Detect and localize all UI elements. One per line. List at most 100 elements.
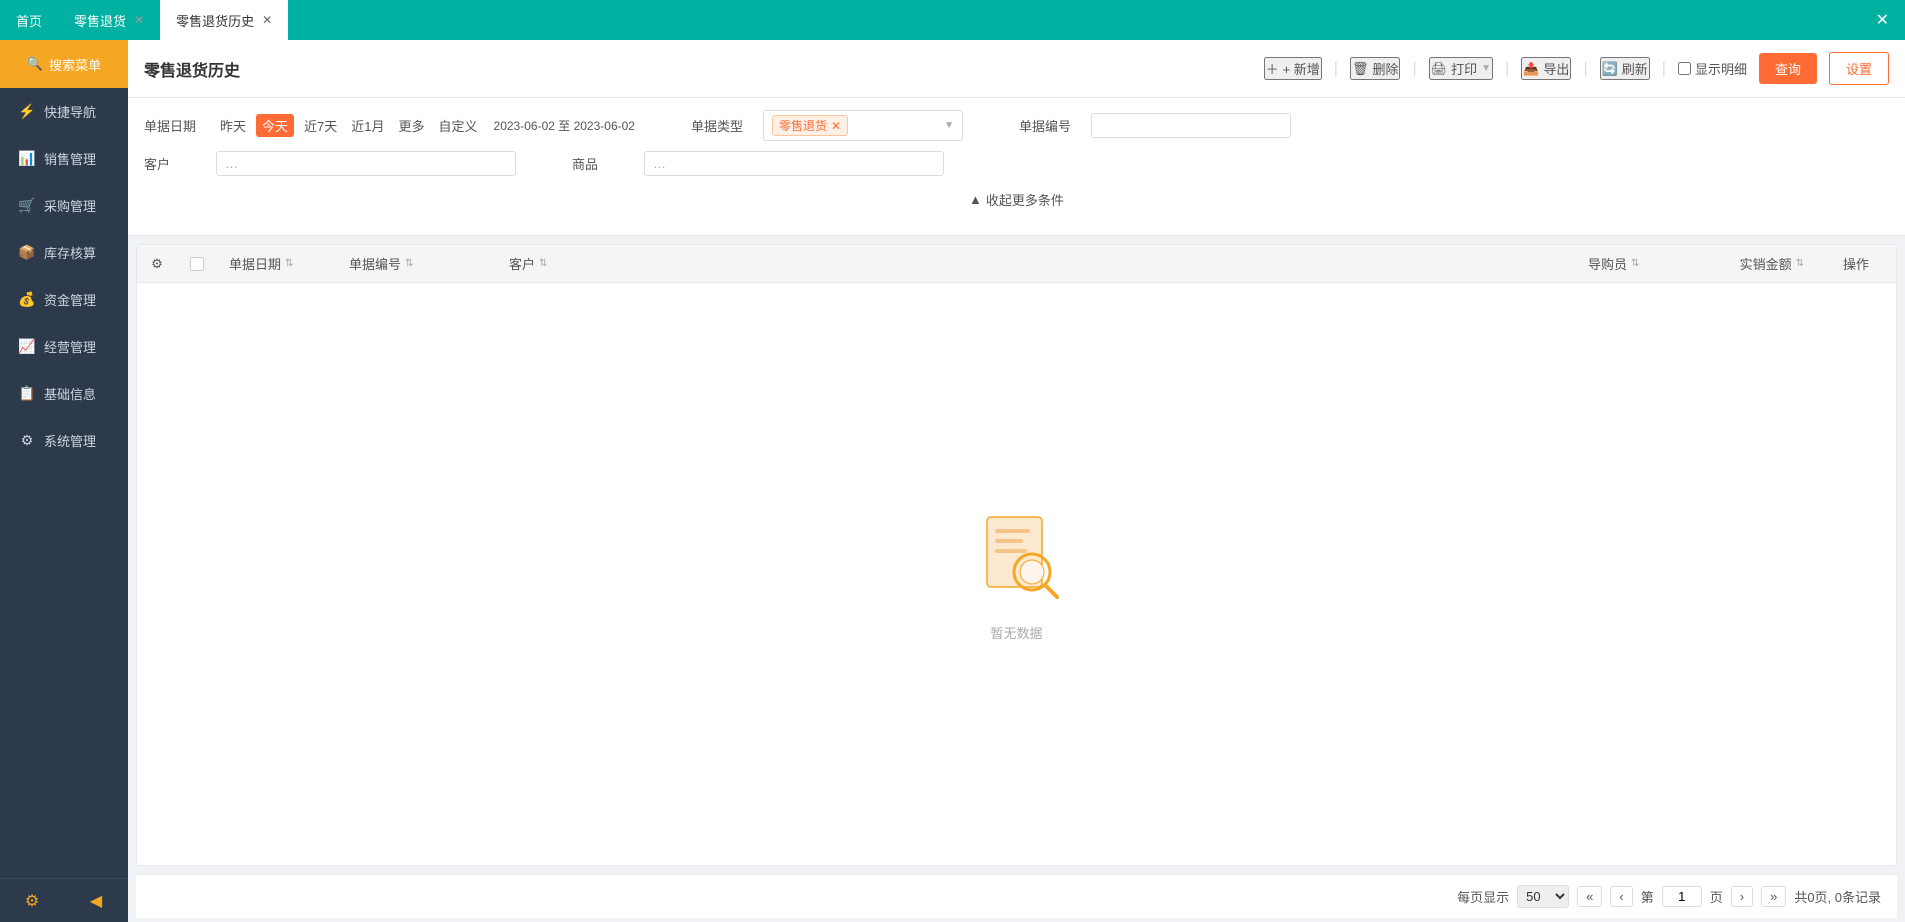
setting-button[interactable]: 设置 bbox=[1829, 52, 1889, 85]
doctype-tag: 零售退货 ✕ bbox=[772, 115, 848, 136]
settings-bottom-icon: ⚙ bbox=[25, 891, 39, 911]
order-sort-icon: ⇅ bbox=[405, 258, 413, 269]
page-input[interactable] bbox=[1662, 886, 1702, 907]
basic-info-icon: 📋 bbox=[18, 385, 36, 403]
page-title: 零售退货历史 bbox=[144, 57, 240, 81]
sidebar-item-finance[interactable]: 💰 资金管理 bbox=[0, 276, 128, 323]
collapse-icon: ▲ bbox=[969, 192, 982, 207]
customer-sort-icon: ⇅ bbox=[539, 258, 547, 269]
goods-label: 商品 bbox=[572, 154, 628, 173]
doctype-dropdown-icon: ▼ bbox=[944, 120, 954, 131]
docnumber-input[interactable] bbox=[1091, 113, 1291, 138]
refresh-button[interactable]: 🔄 刷新 bbox=[1600, 57, 1650, 80]
pagination-summary: 共0页, 0条记录 bbox=[1794, 887, 1881, 906]
collapse-sidebar-icon: ◀ bbox=[90, 891, 102, 911]
collapse-sidebar-button[interactable]: ◀ bbox=[64, 879, 128, 922]
last-page-button[interactable]: » bbox=[1761, 886, 1786, 907]
tab-retail-return-history[interactable]: 零售退货历史 ✕ bbox=[160, 0, 288, 40]
empty-state: 暂无数据 bbox=[137, 283, 1896, 865]
show-detail-toggle[interactable]: 显示明细 bbox=[1678, 59, 1747, 78]
filter-row-1: 单据日期 昨天 今天 近7天 近1月 更多 自定义 2023-06-02 至 2… bbox=[144, 110, 1889, 141]
inventory-icon: 📦 bbox=[18, 244, 36, 262]
settings-icon: ⚙ bbox=[151, 256, 163, 272]
date-btn-yesterday[interactable]: 昨天 bbox=[216, 114, 250, 137]
page-size-select[interactable]: 50 100 200 bbox=[1517, 885, 1569, 908]
tab-retail-return-history-close[interactable]: ✕ bbox=[262, 13, 272, 27]
print-button[interactable]: 🖨 打印 ▼ bbox=[1429, 57, 1493, 80]
th-checkbox[interactable] bbox=[177, 257, 217, 271]
window-close-button[interactable]: ✕ bbox=[1860, 10, 1905, 30]
table-header: ⚙ 单据日期 ⇅ 单据编号 ⇅ 客户 ⇅ 导购员 bbox=[137, 245, 1896, 283]
collapse-button[interactable]: ▲ 收起更多条件 bbox=[957, 186, 1076, 213]
top-bar: 首页 零售退货 ✕ 零售退货历史 ✕ ✕ bbox=[0, 0, 1905, 40]
page-unit: 页 bbox=[1710, 887, 1723, 906]
collapse-label: 收起更多条件 bbox=[986, 190, 1064, 209]
sidebar-item-operations[interactable]: 📈 经营管理 bbox=[0, 323, 128, 370]
th-customer[interactable]: 客户 ⇅ bbox=[497, 254, 1576, 273]
customer-select[interactable]: … bbox=[216, 151, 516, 176]
select-all-checkbox[interactable] bbox=[190, 257, 204, 271]
sidebar-item-basic-info[interactable]: 📋 基础信息 bbox=[0, 370, 128, 417]
delete-button[interactable]: 🗑 删除 bbox=[1350, 57, 1401, 80]
date-btn-today[interactable]: 今天 bbox=[256, 114, 294, 137]
date-btn-last7[interactable]: 近7天 bbox=[300, 114, 341, 137]
goods-select[interactable]: … bbox=[644, 151, 944, 176]
export-icon: 📤 bbox=[1523, 61, 1539, 77]
page-header: 零售退货历史 ＋ + 新增 | 🗑 删除 | 🖨 打印 ▼ | bbox=[128, 40, 1905, 98]
th-settings[interactable]: ⚙ bbox=[137, 256, 177, 272]
doctype-label: 单据类型 bbox=[691, 116, 747, 135]
doctype-select[interactable]: 零售退货 ✕ ▼ bbox=[763, 110, 963, 141]
guide-sort-icon: ⇅ bbox=[1631, 258, 1639, 269]
date-btn-custom[interactable]: 自定义 bbox=[435, 114, 482, 137]
filter-row-2: 客户 … 商品 … bbox=[144, 151, 1889, 176]
date-label: 单据日期 bbox=[144, 116, 200, 135]
filter-area: 单据日期 昨天 今天 近7天 近1月 更多 自定义 2023-06-02 至 2… bbox=[128, 98, 1905, 236]
sidebar-item-sys-mgmt[interactable]: ⚙ 系统管理 bbox=[0, 417, 128, 464]
sales-icon: 📊 bbox=[18, 150, 36, 168]
settings-bottom-button[interactable]: ⚙ bbox=[0, 879, 64, 922]
sidebar-item-quick-nav[interactable]: ⚡ 快捷导航 bbox=[0, 88, 128, 135]
tab-home[interactable]: 首页 bbox=[0, 0, 58, 40]
th-order[interactable]: 单据编号 ⇅ bbox=[337, 254, 497, 273]
next-page-button[interactable]: › bbox=[1731, 886, 1753, 907]
show-detail-checkbox[interactable] bbox=[1678, 62, 1691, 75]
th-date[interactable]: 单据日期 ⇅ bbox=[217, 254, 337, 273]
sidebar: 🔍 搜索菜单 ⚡ 快捷导航 📊 销售管理 🛒 采购管理 📦 库存核算 💰 bbox=[0, 40, 128, 922]
date-options: 昨天 今天 近7天 近1月 更多 自定义 2023-06-02 至 2023-0… bbox=[216, 114, 635, 137]
delete-icon: 🗑 bbox=[1352, 61, 1369, 77]
first-page-button[interactable]: « bbox=[1577, 886, 1602, 907]
sidebar-item-inventory[interactable]: 📦 库存核算 bbox=[0, 229, 128, 276]
prev-page-button[interactable]: ‹ bbox=[1610, 886, 1632, 907]
sidebar-bottom: ⚙ ◀ bbox=[0, 878, 128, 922]
date-btn-last1month[interactable]: 近1月 bbox=[347, 114, 388, 137]
finance-icon: 💰 bbox=[18, 291, 36, 309]
refresh-icon: 🔄 bbox=[1602, 61, 1618, 77]
th-guide[interactable]: 导购员 ⇅ bbox=[1576, 254, 1696, 273]
query-button[interactable]: 查询 bbox=[1759, 53, 1817, 84]
date-btn-more[interactable]: 更多 bbox=[395, 114, 429, 137]
amount-sort-icon: ⇅ bbox=[1796, 258, 1804, 269]
tab-retail-return-close[interactable]: ✕ bbox=[134, 13, 144, 27]
main-layout: 🔍 搜索菜单 ⚡ 快捷导航 📊 销售管理 🛒 采购管理 📦 库存核算 💰 bbox=[0, 40, 1905, 922]
purchase-icon: 🛒 bbox=[18, 197, 36, 215]
date-sort-icon: ⇅ bbox=[285, 258, 293, 269]
add-icon: ＋ bbox=[1266, 59, 1279, 78]
empty-illustration bbox=[967, 507, 1067, 607]
date-range-display: 2023-06-02 至 2023-06-02 bbox=[494, 117, 635, 134]
export-button[interactable]: 📤 导出 bbox=[1521, 57, 1571, 80]
sidebar-search[interactable]: 🔍 搜索菜单 bbox=[0, 40, 128, 88]
docnumber-label: 单据编号 bbox=[1019, 116, 1075, 135]
add-button[interactable]: ＋ + 新增 bbox=[1264, 57, 1322, 80]
doctype-tag-close[interactable]: ✕ bbox=[831, 119, 841, 133]
sidebar-menu: ⚡ 快捷导航 📊 销售管理 🛒 采购管理 📦 库存核算 💰 资金管理 📈 bbox=[0, 88, 128, 878]
th-amount[interactable]: 实销金额 ⇅ bbox=[1696, 254, 1816, 273]
sidebar-item-sales-mgmt[interactable]: 📊 销售管理 bbox=[0, 135, 128, 182]
tab-retail-return[interactable]: 零售退货 ✕ bbox=[58, 0, 160, 40]
th-ops: 操作 bbox=[1816, 254, 1896, 273]
print-icon: 🖨 bbox=[1431, 61, 1448, 77]
sidebar-item-purchase-mgmt[interactable]: 🛒 采购管理 bbox=[0, 182, 128, 229]
print-dropdown-icon: ▼ bbox=[1481, 63, 1491, 74]
sys-mgmt-icon: ⚙ bbox=[18, 432, 36, 450]
page-word: 第 bbox=[1641, 887, 1654, 906]
quick-nav-icon: ⚡ bbox=[18, 103, 36, 121]
